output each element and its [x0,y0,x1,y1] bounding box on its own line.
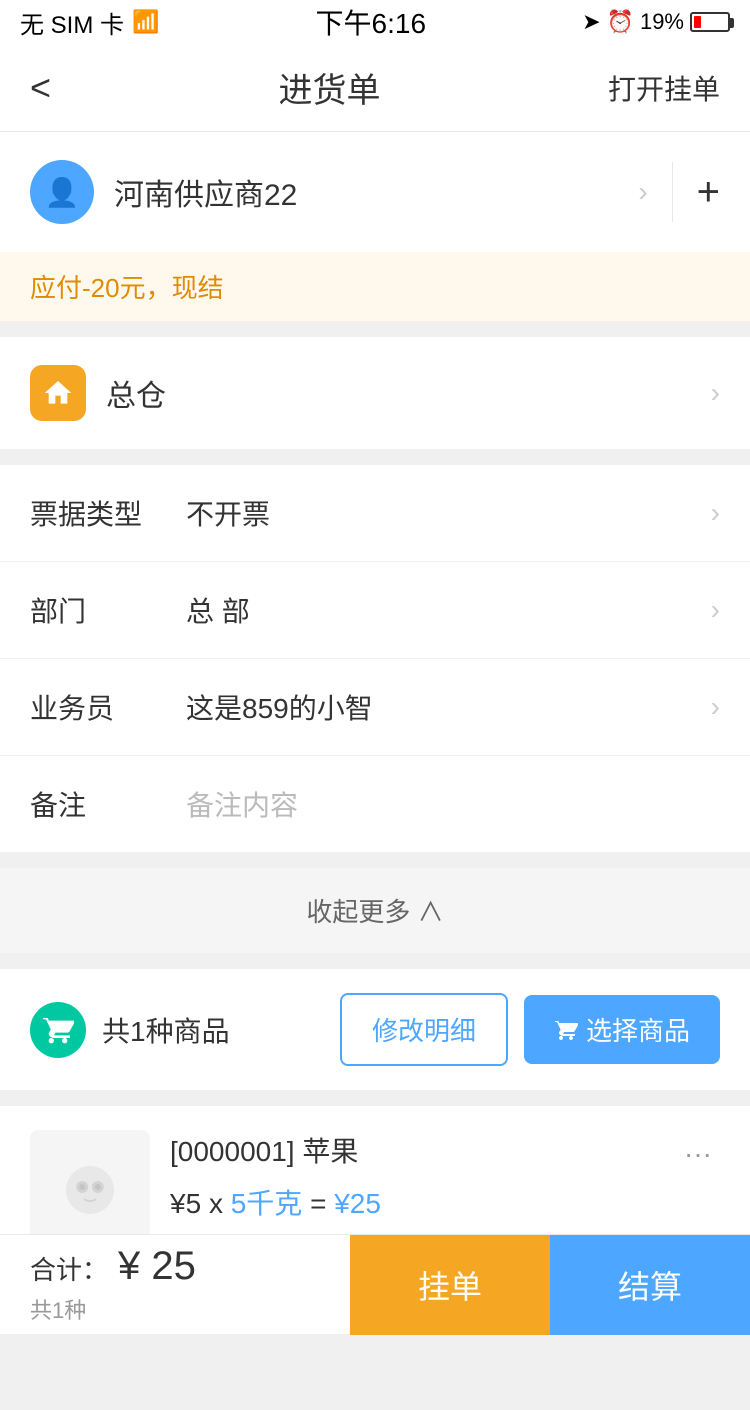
product-name: [0000001] 苹果 [170,1130,656,1170]
time-label: 下午6:16 [316,2,427,42]
hang-order-label: 挂单 [418,1262,482,1308]
avatar-icon: 👤 [45,176,80,209]
total-label: 合计： [30,1250,108,1287]
total-amount: ¥ 25 [118,1244,196,1289]
battery-percent: 19% [640,9,684,35]
product-thumbnail [30,1130,150,1250]
add-supplier-button[interactable]: + [697,170,720,215]
open-hang-button[interactable]: 打开挂单 [608,68,720,108]
vertical-divider [672,162,673,222]
product-section-icon [30,1002,86,1058]
edit-detail-button[interactable]: 修改明细 [340,993,508,1066]
alarm-icon: ⏰ [607,9,634,35]
invoice-type-value: 不开票 [170,493,711,533]
invoice-type-label: 票据类型 [30,493,170,533]
total-sub-label: 共1种 [30,1293,320,1325]
product-title: 苹果 [302,1136,358,1167]
department-label: 部门 [30,590,170,630]
location-icon: ➤ [582,9,600,35]
product-total-price: ¥25 [334,1188,381,1219]
warehouse-icon [30,365,86,421]
status-left: 无 SIM 卡 📶 [20,5,159,40]
remark-input[interactable]: 备注内容 [170,784,720,824]
footer: 合计： ¥ 25 共1种 挂单 结算 [0,1234,750,1334]
collapse-label: 收起更多 ∧ [306,892,443,929]
back-button[interactable]: < [30,67,51,109]
supplier-avatar: 👤 [30,160,94,224]
product-unit-price: ¥5 [170,1188,201,1219]
salesman-label: 业务员 [30,687,170,727]
department-chevron-icon: › [711,594,720,626]
supplier-chevron-icon: › [638,176,647,208]
salesman-row[interactable]: 业务员 这是859的小智 › [0,659,750,756]
invoice-type-row[interactable]: 票据类型 不开票 › [0,465,750,562]
remark-label: 备注 [30,784,170,824]
wifi-icon: 📶 [132,9,159,35]
settle-button[interactable]: 结算 [550,1235,750,1335]
product-quantity: 5千克 [231,1188,303,1219]
product-price: ¥5 x 5千克 = ¥25 [170,1182,656,1222]
settle-label: 结算 [618,1262,682,1308]
product-code: [0000001] [170,1136,295,1167]
product-equals: = [310,1188,334,1219]
warehouse-section: 总仓 › [0,337,750,449]
status-right: ➤ ⏰ 19% [582,9,730,35]
invoice-type-chevron-icon: › [711,497,720,529]
remark-row[interactable]: 备注 备注内容 [0,756,750,852]
supplier-name: 河南供应商22 [114,170,638,214]
department-value: 总 部 [170,590,711,630]
salesman-chevron-icon: › [711,691,720,723]
status-bar: 无 SIM 卡 📶 下午6:16 ➤ ⏰ 19% [0,0,750,44]
product-header: 共1种商品 修改明细 选择商品 [0,969,750,1090]
select-product-button[interactable]: 选择商品 [524,995,720,1064]
hang-order-button[interactable]: 挂单 [350,1235,550,1335]
supplier-row[interactable]: 👤 河南供应商22 › + [0,132,750,252]
salesman-value: 这是859的小智 [170,687,711,727]
department-row[interactable]: 部门 总 部 › [0,562,750,659]
carrier-label: 无 SIM 卡 [20,5,124,40]
product-info: [0000001] 苹果 ¥5 x 5千克 = ¥25 [170,1130,656,1222]
collapse-bar[interactable]: 收起更多 ∧ [0,868,750,953]
warehouse-name: 总仓 [106,371,711,415]
warehouse-chevron-icon: › [711,377,720,409]
product-more-button[interactable]: ··· [676,1130,720,1178]
product-multiply: x [209,1188,231,1219]
select-product-label: 选择商品 [586,1011,690,1048]
footer-total: 合计： ¥ 25 共1种 [0,1244,350,1325]
supplier-section: 👤 河南供应商22 › + 应付-20元，现结 [0,132,750,321]
page-title: 进货单 [279,63,381,112]
product-count-label: 共1种商品 [102,1010,324,1050]
nav-bar: < 进货单 打开挂单 [0,44,750,132]
supplier-info-banner: 应付-20元，现结 [0,252,750,321]
warehouse-row[interactable]: 总仓 › [0,337,750,449]
form-section: 票据类型 不开票 › 部门 总 部 › 业务员 这是859的小智 › 备注 备注… [0,465,750,852]
battery-icon [690,12,730,32]
